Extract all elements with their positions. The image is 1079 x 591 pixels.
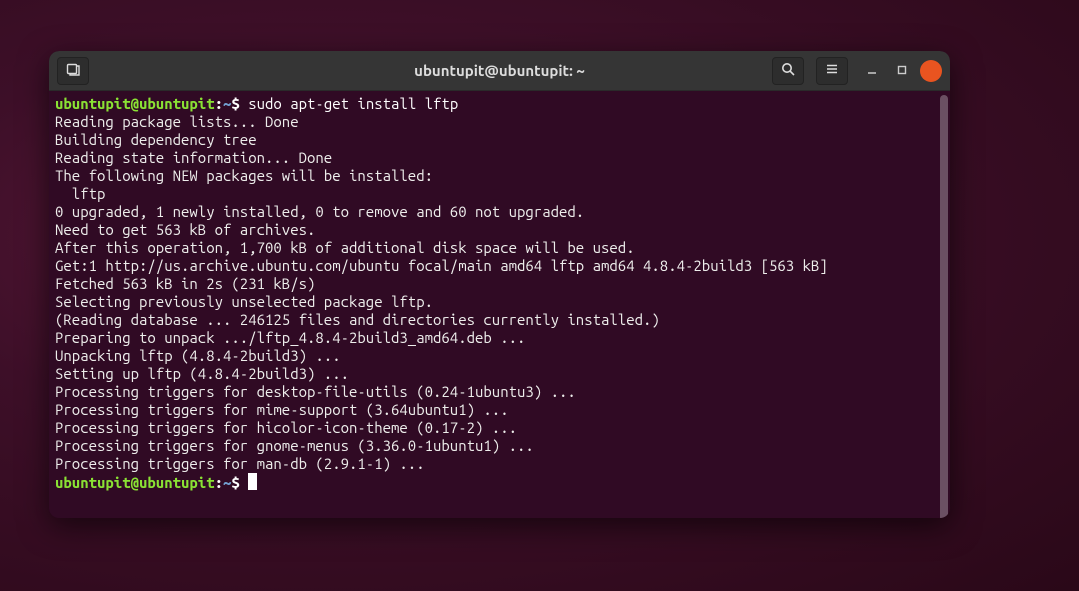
close-button[interactable] [920,60,942,82]
prompt-colon: : [215,95,223,112]
menu-button[interactable] [816,57,848,85]
command-text: sudo apt-get install lftp [248,95,458,112]
output-line: Building dependency tree [55,131,257,148]
output-line: Processing triggers for hicolor-icon-the… [55,419,517,436]
output-line: 0 upgraded, 1 newly installed, 0 to remo… [55,203,584,220]
output-line: lftp [55,185,105,202]
cursor [248,473,257,490]
new-tab-icon [65,61,81,81]
titlebar: ubuntupit@ubuntupit: ~ [49,51,950,91]
scrollbar-thumb[interactable] [940,95,948,518]
output-line: Unpacking lftp (4.8.4-2build3) ... [55,347,341,364]
output-line: Preparing to unpack .../lftp_4.8.4-2buil… [55,329,525,346]
search-icon [780,61,796,81]
prompt-user-host: ubuntupit@ubuntupit [55,95,215,112]
hamburger-icon [824,61,840,81]
prompt-colon: : [215,474,223,491]
titlebar-right [772,57,942,85]
prompt-user-host: ubuntupit@ubuntupit [55,474,215,491]
search-button[interactable] [772,57,804,85]
output-line: Processing triggers for desktop-file-uti… [55,383,576,400]
new-tab-button[interactable] [57,57,89,85]
window-title: ubuntupit@ubuntupit: ~ [414,62,585,79]
output-line: The following NEW packages will be insta… [55,167,433,184]
output-line: Processing triggers for mime-support (3.… [55,401,509,418]
output-line: Need to get 563 kB of archives. [55,221,315,238]
output-line: Processing triggers for man-db (2.9.1-1)… [55,455,425,472]
maximize-button[interactable] [890,59,914,83]
scrollbar[interactable] [940,95,948,518]
prompt-dollar: $ [231,95,239,112]
terminal-content: ubuntupit@ubuntupit:~$ sudo apt-get inst… [49,91,950,496]
output-line: Processing triggers for gnome-menus (3.3… [55,437,534,454]
output-line: (Reading database ... 246125 files and d… [55,311,660,328]
terminal-window: ubuntupit@ubuntupit: ~ [49,51,950,518]
terminal-body[interactable]: ubuntupit@ubuntupit:~$ sudo apt-get inst… [49,91,950,518]
output-line: Reading package lists... Done [55,113,299,130]
output-line: Setting up lftp (4.8.4-2build3) ... [55,365,349,382]
minimize-icon [866,62,878,80]
output-line: Selecting previously unselected package … [55,293,433,310]
minimize-button[interactable] [860,59,884,83]
prompt-dollar: $ [231,474,239,491]
output-line: Reading state information... Done [55,149,332,166]
output-line: After this operation, 1,700 kB of additi… [55,239,635,256]
output-line: Get:1 http://us.archive.ubuntu.com/ubunt… [55,257,828,274]
output-line: Fetched 563 kB in 2s (231 kB/s) [55,275,315,292]
maximize-icon [896,62,908,80]
